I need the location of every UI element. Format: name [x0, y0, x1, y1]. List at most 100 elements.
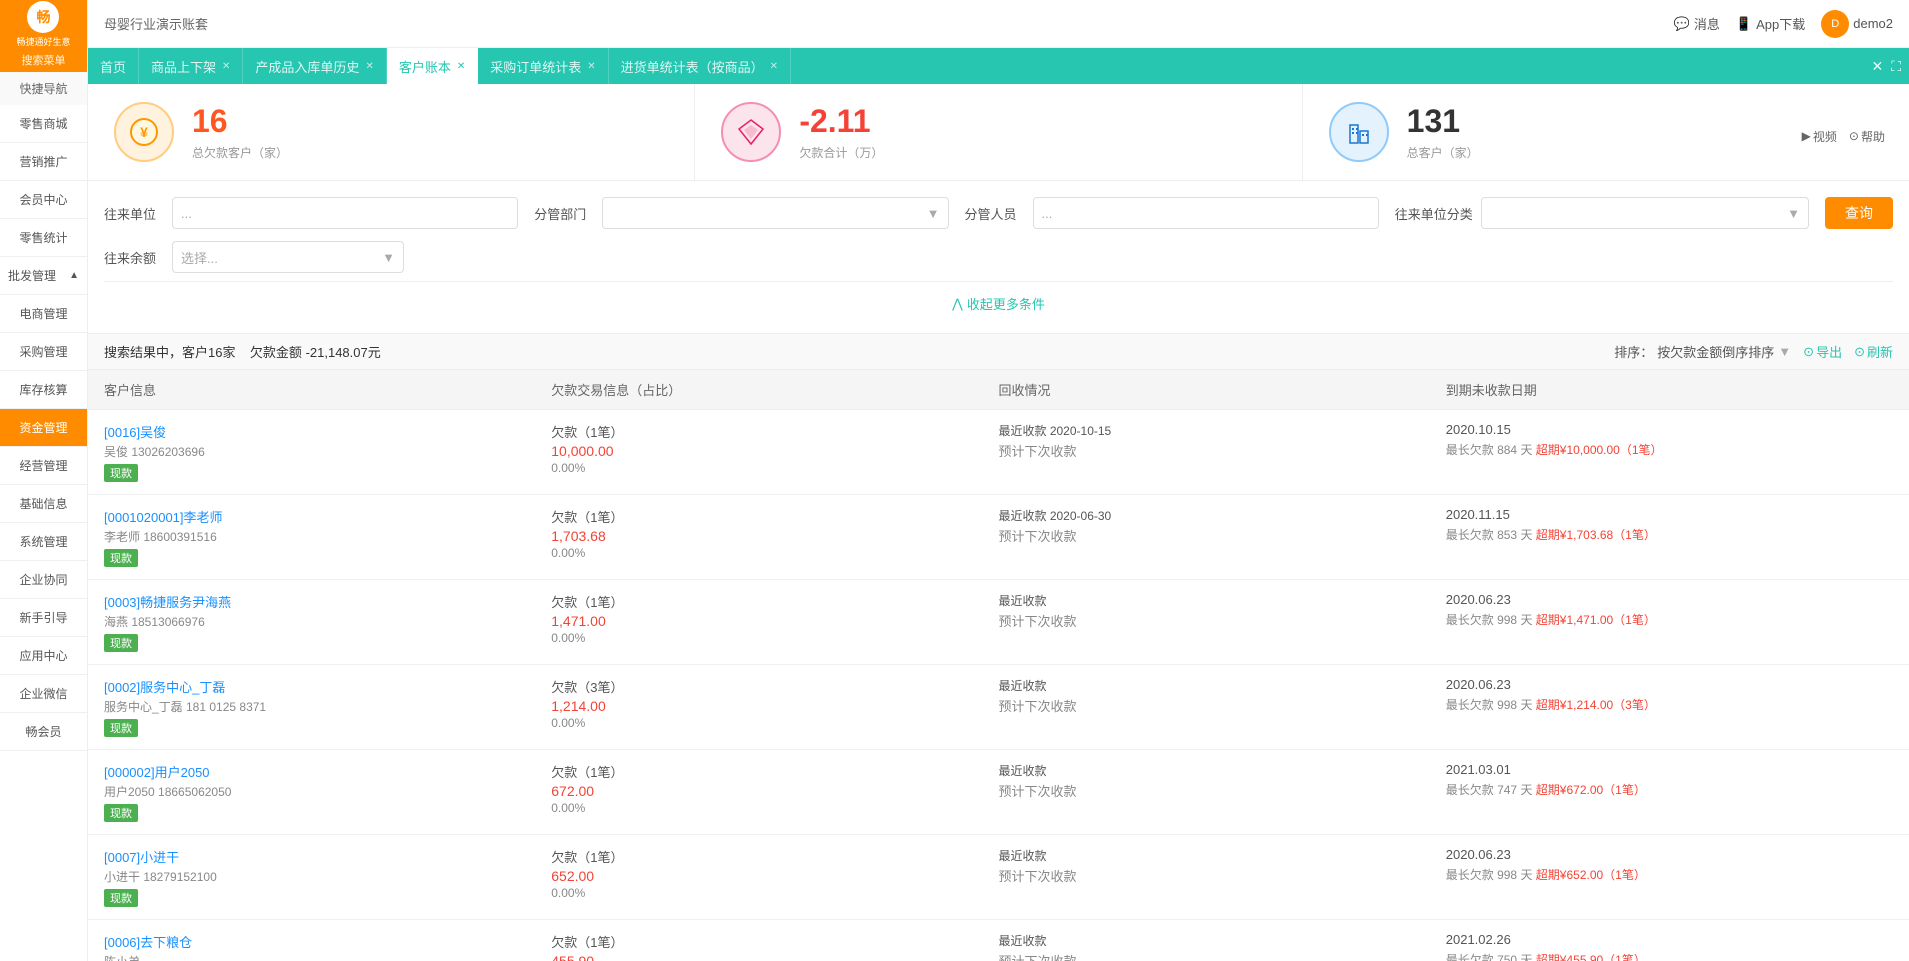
table-header: 客户信息 欠款交易信息（占比） 回收情况 到期未收款日期	[88, 370, 1909, 410]
source-unit-input[interactable]: ...	[172, 197, 518, 229]
debt-info-cell: 欠款（1笔） 10,000.00 0.00%	[551, 422, 998, 475]
customer-name-link[interactable]: [000002]用户2050	[104, 762, 551, 781]
collection-next: 预计下次收款	[999, 441, 1446, 460]
sidebar-item-guide[interactable]: 新手引导	[0, 599, 87, 637]
results-actions: 排序： 按欠款金额倒序排序 ▼ ⊙ 导出 ⊙ 刷新	[1614, 342, 1893, 361]
results-summary: 搜索结果中，客户16家	[104, 345, 235, 360]
overdue-days: 最长欠款 884 天	[1446, 443, 1533, 457]
collapse-filter-button[interactable]: ⋀ 收起更多条件	[104, 290, 1893, 317]
tab-purchase-order-stats[interactable]: 采购订单统计表 ✕	[478, 48, 608, 84]
video-link[interactable]: ▶ 视频	[1802, 128, 1837, 145]
sidebar-item-label: 新手引导	[4, 609, 83, 626]
collection-recent: 最近收款	[999, 847, 1446, 864]
overdue-link[interactable]: 超期¥1,703.68（1笔）	[1536, 528, 1656, 542]
total-customers-value: 131	[1407, 103, 1479, 140]
col-customer-info: 客户信息	[104, 380, 551, 399]
customer-name-link[interactable]: [0006]去下粮仓	[104, 932, 551, 951]
customer-name-link[interactable]: [0002]服务中心_丁磊	[104, 677, 551, 696]
tab-product-listing[interactable]: 商品上下架 ✕	[139, 48, 243, 84]
summary-card-debt-customers: ¥ 16 总欠款客户（家）	[88, 84, 695, 180]
maximize-button[interactable]: ⛶	[1891, 58, 1901, 75]
sidebar-item-enterprise[interactable]: 企业协同	[0, 561, 87, 599]
overdue-link[interactable]: 超期¥455.90（1笔）	[1536, 953, 1646, 961]
svg-text:¥: ¥	[140, 124, 148, 140]
sidebar-item-member[interactable]: 会员中心	[0, 181, 87, 219]
tab-goods-stats[interactable]: 进货单统计表（按商品） ✕	[609, 48, 791, 84]
sidebar-item-inventory[interactable]: 库存核算	[0, 371, 87, 409]
dept-select[interactable]: ▼	[602, 197, 948, 229]
due-date: 2021.03.01	[1446, 762, 1893, 777]
sidebar-item-basic-info[interactable]: 基础信息	[0, 485, 87, 523]
customer-name-link[interactable]: [0007]小进干	[104, 847, 551, 866]
close-all-tabs-button[interactable]: ✕	[1871, 58, 1883, 75]
close-icon[interactable]: ✕	[222, 61, 230, 72]
app-download-label: App下载	[1756, 14, 1805, 33]
sidebar-item-wechat[interactable]: 企业微信	[0, 675, 87, 713]
overdue-link[interactable]: 超期¥672.00（1笔）	[1536, 783, 1646, 797]
total-customers-label: 总客户（家）	[1407, 144, 1479, 161]
overdue-link[interactable]: 超期¥1,214.00（3笔）	[1536, 698, 1656, 712]
play-icon: ▶	[1802, 129, 1811, 143]
sidebar-item-vip[interactable]: 畅会员	[0, 713, 87, 751]
overdue-link[interactable]: 超期¥652.00（1笔）	[1536, 868, 1646, 882]
sidebar-item-apps[interactable]: 应用中心	[0, 637, 87, 675]
sort-select[interactable]: 排序： 按欠款金额倒序排序 ▼	[1614, 342, 1791, 361]
sidebar-item-marketing[interactable]: 营销推广	[0, 143, 87, 181]
search-button[interactable]: 查询	[1825, 197, 1893, 229]
quick-nav-item[interactable]: 快捷导航	[0, 72, 87, 105]
help-icon: ⊙	[1849, 129, 1859, 143]
sidebar-item-label: 经营管理	[4, 457, 83, 474]
tab-customer-ledger[interactable]: 客户账本 ✕	[387, 48, 478, 84]
customer-name-link[interactable]: [0003]畅捷服务尹海燕	[104, 592, 551, 611]
debt-total-icon	[719, 100, 783, 164]
due-date-cell: 2021.02.26 最长欠款 750 天 超期¥455.90（1笔）	[1446, 932, 1893, 961]
debt-count: 欠款（1笔）	[551, 762, 998, 781]
customer-name-link[interactable]: [0001020001]李老师	[104, 507, 551, 526]
help-link[interactable]: ⊙ 帮助	[1849, 128, 1885, 145]
debt-amount: 1,214.00	[551, 698, 998, 714]
unit-category-select[interactable]: ▼	[1481, 197, 1809, 229]
due-date-cell: 2021.03.01 最长欠款 747 天 超期¥672.00（1笔）	[1446, 762, 1893, 798]
tab-finished-goods[interactable]: 产成品入库单历史 ✕	[243, 48, 386, 84]
refresh-button[interactable]: ⊙ 刷新	[1854, 342, 1893, 361]
collection-cell: 最近收款 预计下次收款	[999, 592, 1446, 630]
customer-name-link[interactable]: [0016]吴俊	[104, 422, 551, 441]
summary-cards: ¥ 16 总欠款客户（家）	[88, 84, 1909, 181]
message-button[interactable]: 💬 消息	[1674, 14, 1720, 33]
debt-count: 欠款（3笔）	[551, 677, 998, 696]
customer-phone: 陈小弟	[104, 953, 551, 961]
sidebar-item-purchase[interactable]: 采购管理	[0, 333, 87, 371]
sidebar-item-operations[interactable]: 经营管理	[0, 447, 87, 485]
sidebar-item-label: 企业协同	[4, 571, 83, 588]
sidebar-item-finance[interactable]: 资金管理	[0, 409, 87, 447]
sidebar-item-system[interactable]: 系统管理	[0, 523, 87, 561]
customer-info-cell: [000002]用户2050 用户2050 18665062050 现款	[104, 762, 551, 822]
close-icon[interactable]: ✕	[587, 61, 595, 72]
overdue-info: 最长欠款 998 天 超期¥1,471.00（1笔）	[1446, 611, 1893, 628]
results-text: 搜索结果中，客户16家 欠款金额 -21,148.07元	[104, 342, 381, 361]
message-label: 消息	[1694, 14, 1720, 33]
overdue-info: 最长欠款 998 天 超期¥1,214.00（3笔）	[1446, 696, 1893, 713]
close-icon[interactable]: ✕	[457, 61, 465, 72]
export-button[interactable]: ⊙ 导出	[1803, 342, 1842, 361]
user-menu[interactable]: D demo2	[1821, 10, 1893, 38]
sidebar-item-label: 企业微信	[4, 685, 83, 702]
close-icon[interactable]: ✕	[770, 61, 778, 72]
overdue-link[interactable]: 超期¥10,000.00（1笔）	[1536, 443, 1663, 457]
tab-home[interactable]: 首页	[88, 48, 139, 84]
app-download-button[interactable]: 📱 App下载	[1736, 14, 1805, 33]
sidebar-item-retail-mall[interactable]: 零售商城	[0, 105, 87, 143]
debt-ratio: 0.00%	[551, 801, 998, 815]
filter-row-2: 往来余额 选择... ▼	[104, 241, 1893, 273]
col-due-date: 到期未收款日期	[1446, 380, 1893, 399]
filter-unit-category: 往来单位分类 ▼	[1395, 197, 1809, 229]
sidebar-item-wholesale[interactable]: 批发管理 ▲	[0, 257, 87, 295]
due-date: 2020.11.15	[1446, 507, 1893, 522]
sidebar-item-ecommerce[interactable]: 电商管理	[0, 295, 87, 333]
close-icon[interactable]: ✕	[365, 61, 373, 72]
search-menu-item[interactable]: 搜索菜单	[0, 48, 87, 72]
sidebar-item-retail-stats[interactable]: 零售统计	[0, 219, 87, 257]
balance-select[interactable]: 选择... ▼	[172, 241, 404, 273]
overdue-link[interactable]: 超期¥1,471.00（1笔）	[1536, 613, 1656, 627]
person-input[interactable]: ...	[1033, 197, 1379, 229]
